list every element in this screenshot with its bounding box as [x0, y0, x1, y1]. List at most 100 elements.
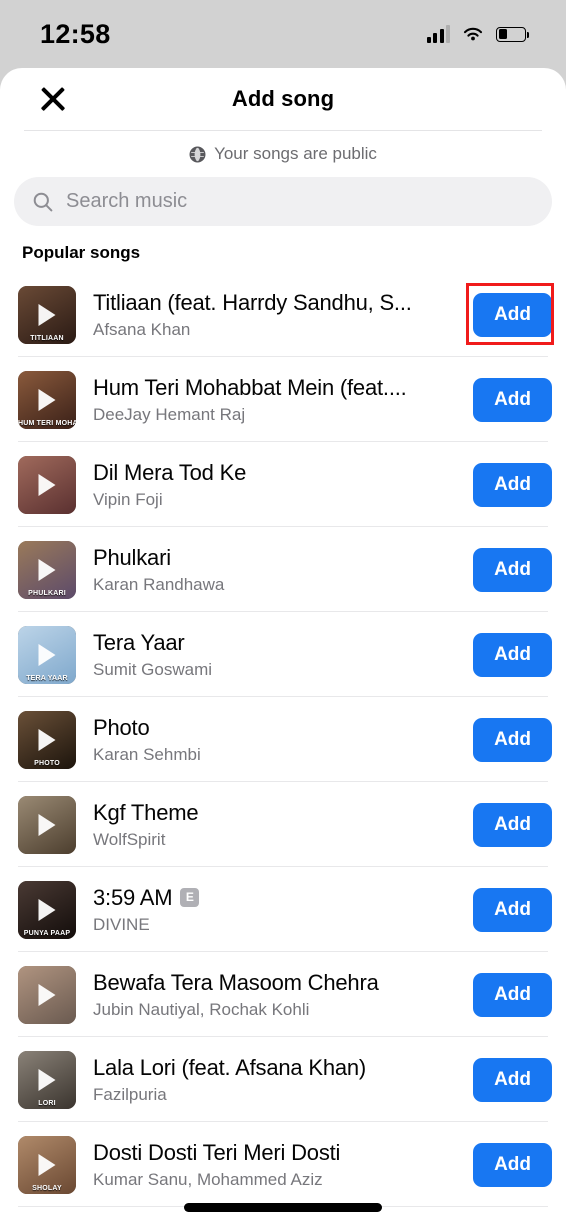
song-meta: Kgf Theme WolfSpirit	[93, 800, 456, 850]
song-title: Kgf Theme	[93, 799, 199, 825]
album-art-caption: TITLIAAN	[30, 334, 64, 342]
sheet-navbar: Add song	[0, 68, 566, 130]
album-art-caption: SHOLAY	[32, 1184, 62, 1192]
album-art-caption: PUNYA PAAP	[23, 929, 71, 937]
table-row[interactable]: TITLIAAN Titliaan (feat. Harrdy Sandhu, S…	[0, 272, 566, 357]
song-meta: Titliaan (feat. Harrdy Sandhu, S... Afsan…	[93, 290, 456, 340]
add-song-button[interactable]: Add	[473, 632, 552, 677]
privacy-notice-text: Your songs are public	[214, 144, 377, 163]
table-row[interactable]: HUM TERI MOHABBAT Hum Teri Mohabbat Mein …	[0, 357, 566, 442]
album-art-caption: LORI	[38, 1099, 56, 1107]
song-title-line: Titliaan (feat. Harrdy Sandhu, S...	[93, 290, 456, 316]
song-meta: Phulkari Karan Randhawa	[93, 545, 456, 595]
add-song-sheet: Add song Your songs are public Popular s…	[0, 68, 566, 1226]
search-input[interactable]	[66, 190, 534, 213]
album-art[interactable]	[18, 965, 76, 1024]
song-artist: Jubin Nautiyal, Rochak Kohli	[93, 999, 310, 1019]
play-icon[interactable]	[38, 1068, 56, 1091]
song-artist: Karan Sehmbi	[93, 744, 201, 764]
play-icon[interactable]	[38, 558, 56, 581]
search-bar[interactable]	[14, 177, 552, 226]
song-artist: Karan Randhawa	[93, 574, 225, 594]
add-song-button[interactable]: Add	[473, 462, 552, 507]
table-row[interactable]: Dil Mera Tod Ke Vipin Foji Add	[0, 442, 566, 527]
song-meta: Dil Mera Tod Ke Vipin Foji	[93, 460, 456, 510]
album-art[interactable]: SHOLAY	[18, 1135, 76, 1194]
album-art[interactable]: TITLIAAN	[18, 285, 76, 344]
song-title: Photo	[93, 714, 150, 740]
add-song-button[interactable]: Add	[473, 377, 552, 422]
add-song-button[interactable]: Add	[473, 292, 552, 337]
song-artist: Afsana Khan	[93, 319, 191, 339]
song-meta: 3:59 AM E DIVINE	[93, 885, 456, 935]
album-art[interactable]	[18, 455, 76, 514]
song-title: Bewafa Tera Masoom Chehra	[93, 969, 379, 995]
play-icon[interactable]	[38, 728, 56, 751]
album-art-caption: PHOTO	[34, 759, 60, 767]
play-icon[interactable]	[38, 983, 56, 1006]
table-row[interactable]: PHULKARI Phulkari Karan Randhawa Add	[0, 527, 566, 612]
add-song-button[interactable]: Add	[473, 1142, 552, 1187]
play-icon[interactable]	[38, 813, 56, 836]
close-icon[interactable]	[36, 82, 70, 116]
table-row[interactable]: LORI Lala Lori (feat. Afsana Khan) Fazilpu…	[0, 1037, 566, 1122]
song-title: Dosti Dosti Teri Meri Dosti	[93, 1139, 341, 1165]
song-title: 3:59 AM	[93, 884, 173, 910]
album-art[interactable]: TERA YAAR	[18, 625, 76, 684]
add-song-button[interactable]: Add	[473, 1057, 552, 1102]
song-artist: Sumit Goswami	[93, 659, 213, 679]
add-song-button[interactable]: Add	[473, 802, 552, 847]
song-artist: WolfSpirit	[93, 829, 166, 849]
album-art[interactable]: HUM TERI MOHABBAT	[18, 370, 76, 429]
song-title-line: 3:59 AM E	[93, 885, 456, 911]
song-title-line: Bewafa Tera Masoom Chehra	[93, 970, 456, 996]
play-icon[interactable]	[38, 898, 56, 921]
album-art[interactable]: PHOTO	[18, 710, 76, 769]
table-row[interactable]: TERA YAAR Tera Yaar Sumit Goswami Add	[0, 612, 566, 697]
table-row[interactable]: PUNYA PAAP 3:59 AM E DIVINE Add	[0, 867, 566, 952]
album-art-caption: PHULKARI	[28, 589, 66, 597]
table-row[interactable]: PHOTO Photo Karan Sehmbi Add	[0, 697, 566, 782]
add-song-button[interactable]: Add	[473, 547, 552, 592]
home-indicator	[184, 1203, 382, 1212]
explicit-badge: E	[180, 888, 200, 907]
song-artist: Vipin Foji	[93, 489, 163, 509]
song-artist: Kumar Sanu, Mohammed Aziz	[93, 1169, 323, 1189]
add-song-button[interactable]: Add	[473, 887, 552, 932]
song-title-line: Tera Yaar	[93, 630, 456, 656]
play-icon[interactable]	[38, 388, 56, 411]
privacy-notice: Your songs are public	[0, 131, 566, 177]
song-meta: Tera Yaar Sumit Goswami	[93, 630, 456, 680]
play-icon[interactable]	[38, 643, 56, 666]
song-title-line: Dosti Dosti Teri Meri Dosti	[93, 1140, 456, 1166]
song-meta: Dosti Dosti Teri Meri Dosti Kumar Sanu, M…	[93, 1140, 456, 1190]
play-icon[interactable]	[38, 473, 56, 496]
song-meta: Lala Lori (feat. Afsana Khan) Fazilpuria	[93, 1055, 456, 1105]
song-artist: DeeJay Hemant Raj	[93, 404, 246, 424]
album-art[interactable]: LORI	[18, 1050, 76, 1109]
song-title: Phulkari	[93, 544, 171, 570]
search-icon	[33, 192, 53, 211]
album-art[interactable]	[18, 795, 76, 854]
search-container	[0, 177, 566, 240]
song-title-line: Kgf Theme	[93, 800, 456, 826]
play-icon[interactable]	[38, 303, 56, 326]
add-song-button[interactable]: Add	[473, 972, 552, 1017]
table-row[interactable]: Bewafa Tera Masoom Chehra Jubin Nautiyal,…	[0, 952, 566, 1037]
status-bar: 12:58	[0, 0, 566, 68]
song-meta: Hum Teri Mohabbat Mein (feat.... DeeJay H…	[93, 375, 456, 425]
play-icon[interactable]	[38, 1153, 56, 1176]
status-bar-clock: 12:58	[40, 18, 111, 49]
album-art[interactable]: PHULKARI	[18, 540, 76, 599]
table-row[interactable]: Kgf Theme WolfSpirit Add	[0, 782, 566, 867]
table-row[interactable]: SHOLAY Dosti Dosti Teri Meri Dosti Kumar S…	[0, 1122, 566, 1207]
add-song-button[interactable]: Add	[473, 717, 552, 762]
song-title-line: Lala Lori (feat. Afsana Khan)	[93, 1055, 456, 1081]
wifi-icon	[463, 27, 483, 41]
song-list: TITLIAAN Titliaan (feat. Harrdy Sandhu, S…	[0, 272, 566, 1207]
status-bar-icons	[426, 25, 530, 43]
album-art[interactable]: PUNYA PAAP	[18, 880, 76, 939]
cellular-signal-icon	[426, 25, 450, 43]
song-meta: Photo Karan Sehmbi	[93, 715, 456, 765]
song-title: Titliaan (feat. Harrdy Sandhu, S...	[93, 289, 412, 315]
